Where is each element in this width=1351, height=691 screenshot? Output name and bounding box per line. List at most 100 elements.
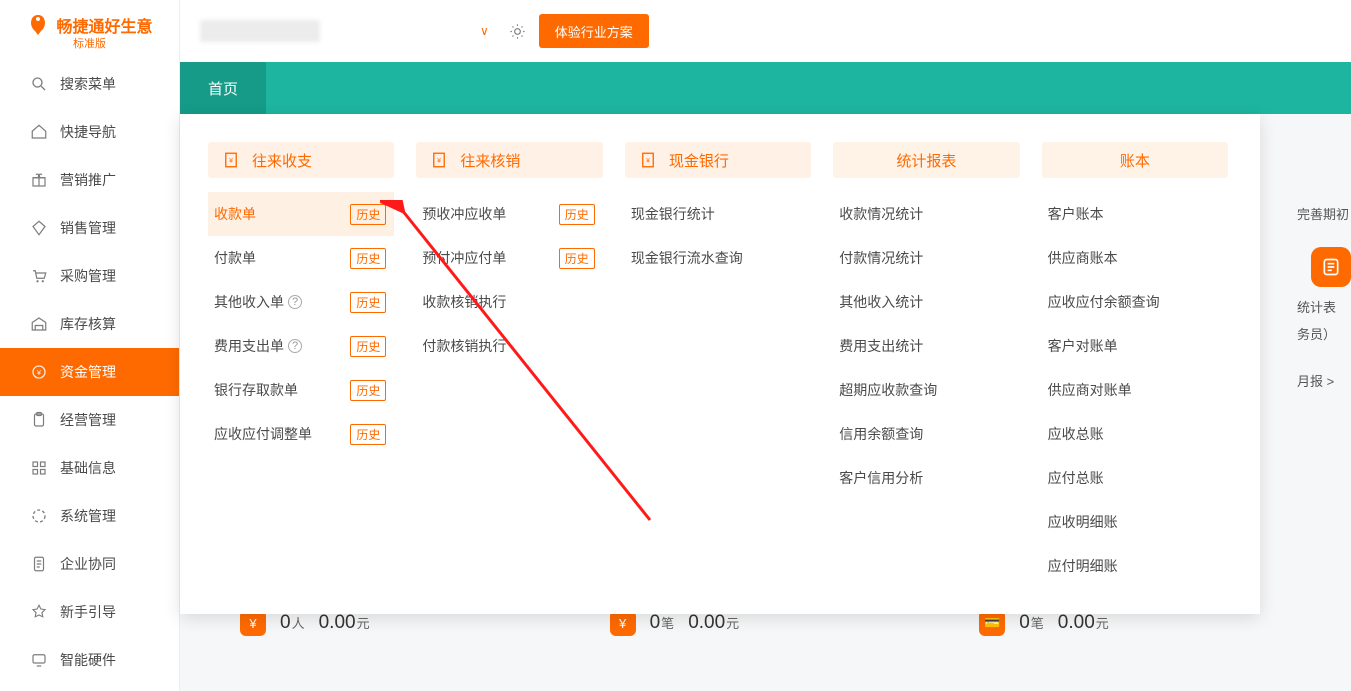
sidebar-item-0[interactable]: 搜索菜单: [0, 60, 179, 108]
mega-menu-label: 现金银行统计: [631, 204, 715, 224]
mega-menu-label: 收款情况统计: [839, 204, 923, 224]
chevron-down-icon[interactable]: ∨: [472, 24, 497, 38]
mega-menu-item[interactable]: 费用支出统计: [833, 324, 1019, 368]
mega-menu-item[interactable]: 供应商账本: [1042, 236, 1228, 280]
brand-mark-icon: [26, 13, 50, 37]
history-tag[interactable]: 历史: [559, 204, 595, 225]
sidebar-item-1[interactable]: 快捷导航: [0, 108, 179, 156]
sidebar-item-7[interactable]: 经营管理: [0, 396, 179, 444]
mega-column-1: ¥ 往来核销预收冲应收单历史预付冲应付单 历史收款核销执行付款核销执行: [416, 142, 624, 594]
sidebar-item-label: 系统管理: [60, 506, 116, 526]
history-tag[interactable]: 历史: [350, 424, 386, 445]
industry-plan-button[interactable]: 体验行业方案: [539, 14, 649, 48]
receipt-icon: ¥: [637, 149, 659, 171]
svg-text:¥: ¥: [438, 157, 442, 164]
app-header: ∨ 体验行业方案: [180, 0, 1351, 62]
sidebar-item-label: 基础信息: [60, 458, 116, 478]
mega-column-title: 往来核销: [460, 150, 520, 171]
sidebar: 畅捷通好生意 标准版 搜索菜单快捷导航营销推广销售管理采购管理库存核算¥资金管理…: [0, 0, 180, 691]
history-tag[interactable]: 历史: [350, 248, 386, 269]
ring-icon: [30, 507, 48, 525]
mega-menu-item[interactable]: 收款核销执行: [416, 280, 602, 324]
mega-menu-item[interactable]: 应收应付余额查询: [1042, 280, 1228, 324]
sidebar-item-5[interactable]: 库存核算: [0, 300, 179, 348]
mega-menu-label: 应付明细账: [1048, 556, 1118, 576]
right-item-monthly[interactable]: 月报 >: [1291, 367, 1351, 394]
mega-column-4: 账本客户账本供应商账本应收应付余额查询客户对账单供应商对账单应收总账应付总账应收…: [1042, 142, 1250, 594]
star-icon: [30, 603, 48, 621]
mega-column-3: 统计报表收款情况统计付款情况统计其他收入统计费用支出统计超期应收款查询信用余额查…: [833, 142, 1041, 594]
sidebar-item-11[interactable]: 新手引导: [0, 588, 179, 636]
mega-menu-item[interactable]: 付款单 历史: [208, 236, 394, 280]
tab-bar: 首页: [180, 62, 1351, 114]
mega-menu-label: 收款单: [214, 204, 256, 224]
mega-menu-item[interactable]: 应付总账: [1042, 456, 1228, 500]
mega-menu-item[interactable]: 应收明细账: [1042, 500, 1228, 544]
sidebar-item-4[interactable]: 采购管理: [0, 252, 179, 300]
mega-menu-item[interactable]: 供应商对账单: [1042, 368, 1228, 412]
tab-home[interactable]: 首页: [180, 62, 266, 114]
mega-menu-item[interactable]: 付款情况统计: [833, 236, 1019, 280]
right-item-report-b: 务员）: [1291, 320, 1351, 347]
mega-menu-item[interactable]: 银行存取款单历史: [208, 368, 394, 412]
sidebar-item-6[interactable]: ¥资金管理: [0, 348, 179, 396]
mega-menu-item[interactable]: 现金银行统计: [625, 192, 811, 236]
mega-menu-item[interactable]: 其他收入单? 历史: [208, 280, 394, 324]
mega-menu-item[interactable]: 客户账本: [1042, 192, 1228, 236]
gear-icon[interactable]: [509, 23, 527, 40]
mega-menu-label: 收款核销执行: [422, 292, 506, 312]
mega-menu-item[interactable]: 应收总账: [1042, 412, 1228, 456]
mega-column-header: ¥ 往来核销: [416, 142, 602, 178]
mega-menu-label: 应收总账: [1048, 424, 1104, 444]
help-icon[interactable]: ?: [288, 339, 302, 353]
sidebar-item-2[interactable]: 营销推广: [0, 156, 179, 204]
mega-menu-item[interactable]: 现金银行流水查询: [625, 236, 811, 280]
mega-menu-item[interactable]: 信用余额查询: [833, 412, 1019, 456]
mega-column-title: 现金银行: [669, 150, 729, 171]
sidebar-item-label: 销售管理: [60, 218, 116, 238]
mega-column-header: ¥ 往来收支: [208, 142, 394, 178]
mega-menu-label: 付款单: [214, 248, 256, 268]
sidebar-item-9[interactable]: 系统管理: [0, 492, 179, 540]
mega-menu-label: 预付冲应付单: [422, 248, 506, 268]
mega-menu-label: 应收应付调整单: [214, 424, 312, 444]
mega-menu-label: 费用支出单?: [214, 336, 302, 356]
history-tag[interactable]: 历史: [559, 248, 595, 269]
mega-menu-item[interactable]: 费用支出单? 历史: [208, 324, 394, 368]
mega-menu-item[interactable]: 付款核销执行: [416, 324, 602, 368]
mega-menu-label: 其他收入单?: [214, 292, 302, 312]
mega-menu-item[interactable]: 应收应付调整单 历史: [208, 412, 394, 456]
history-tag[interactable]: 历史: [350, 204, 386, 225]
history-tag[interactable]: 历史: [350, 292, 386, 313]
right-item-setup[interactable]: 完善期初: [1291, 200, 1351, 227]
mega-menu-item[interactable]: 收款单 历史: [208, 192, 394, 236]
mega-column-title: 往来收支: [252, 150, 312, 171]
mega-menu-label: 供应商对账单: [1048, 380, 1132, 400]
mega-menu-item[interactable]: 超期应收款查询: [833, 368, 1019, 412]
org-selector[interactable]: [200, 20, 460, 42]
history-tag[interactable]: 历史: [350, 336, 386, 357]
sidebar-item-8[interactable]: 基础信息: [0, 444, 179, 492]
mega-menu-label: 客户信用分析: [839, 468, 923, 488]
report-icon[interactable]: [1311, 247, 1351, 287]
mega-menu-item[interactable]: 预收冲应收单历史: [416, 192, 602, 236]
mega-menu-label: 信用余额查询: [839, 424, 923, 444]
mega-menu-item[interactable]: 其他收入统计: [833, 280, 1019, 324]
mega-menu-label: 应付总账: [1048, 468, 1104, 488]
sidebar-item-12[interactable]: 智能硬件: [0, 636, 179, 684]
sidebar-item-3[interactable]: 销售管理: [0, 204, 179, 252]
mega-menu-item[interactable]: 收款情况统计: [833, 192, 1019, 236]
help-icon[interactable]: ?: [288, 295, 302, 309]
mega-menu-item[interactable]: 预付冲应付单 历史: [416, 236, 602, 280]
org-name-redacted: [200, 20, 320, 42]
right-item-report-a[interactable]: 统计表: [1291, 293, 1351, 320]
sidebar-item-10[interactable]: 企业协同: [0, 540, 179, 588]
mega-column-header: ¥ 现金银行: [625, 142, 811, 178]
history-tag[interactable]: 历史: [350, 380, 386, 401]
mega-menu-item[interactable]: 应付明细账: [1042, 544, 1228, 588]
mega-menu-item[interactable]: 客户信用分析: [833, 456, 1019, 500]
sidebar-item-label: 快捷导航: [60, 122, 116, 142]
svg-text:¥: ¥: [229, 157, 233, 164]
mega-menu-label: 应收应付余额查询: [1048, 292, 1160, 312]
mega-menu-item[interactable]: 客户对账单: [1042, 324, 1228, 368]
